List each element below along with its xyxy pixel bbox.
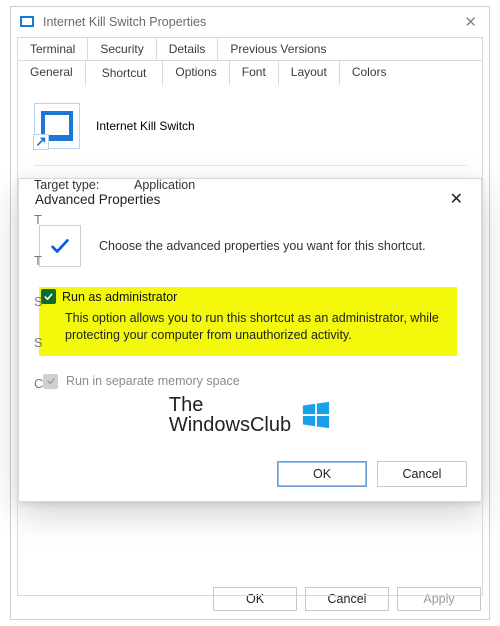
tab-terminal[interactable]: Terminal (17, 37, 88, 60)
tab-body: ↗ Internet Kill Switch Target type: Appl… (17, 84, 483, 596)
obscured-label: T (34, 212, 466, 227)
tab-row-upper: Terminal Security Details Previous Versi… (17, 37, 483, 60)
tab-font[interactable]: Font (229, 60, 279, 85)
tab-row-lower: General Shortcut Options Font Layout Col… (17, 60, 483, 85)
target-type-value: Application (134, 178, 195, 192)
window-app-icon (19, 14, 35, 30)
target-type-label: Target type: (34, 178, 124, 192)
tab-layout[interactable]: Layout (278, 60, 340, 85)
obscured-label: C (34, 376, 466, 391)
obscured-label: S (34, 335, 466, 350)
obscured-label: T (34, 253, 466, 268)
shortcut-header: ↗ Internet Kill Switch (34, 103, 466, 161)
shortcut-name: Internet Kill Switch (96, 119, 195, 133)
tab-strip: Terminal Security Details Previous Versi… (17, 37, 483, 85)
target-type-row: Target type: Application (34, 178, 466, 192)
divider (34, 165, 466, 166)
obscured-label: S (34, 294, 466, 309)
tab-previous-versions[interactable]: Previous Versions (217, 37, 483, 60)
shortcut-app-icon: ↗ (34, 103, 80, 149)
tab-options[interactable]: Options (162, 60, 229, 85)
close-icon[interactable]: ✕ (460, 13, 481, 31)
tab-general[interactable]: General (17, 60, 86, 85)
properties-window: Internet Kill Switch Properties ✕ Termin… (10, 6, 490, 620)
tab-security[interactable]: Security (87, 37, 156, 60)
window-title: Internet Kill Switch Properties (43, 15, 206, 29)
tab-shortcut[interactable]: Shortcut (85, 60, 164, 86)
tab-colors[interactable]: Colors (339, 60, 483, 85)
titlebar: Internet Kill Switch Properties ✕ (11, 7, 489, 37)
tab-details[interactable]: Details (156, 37, 219, 60)
